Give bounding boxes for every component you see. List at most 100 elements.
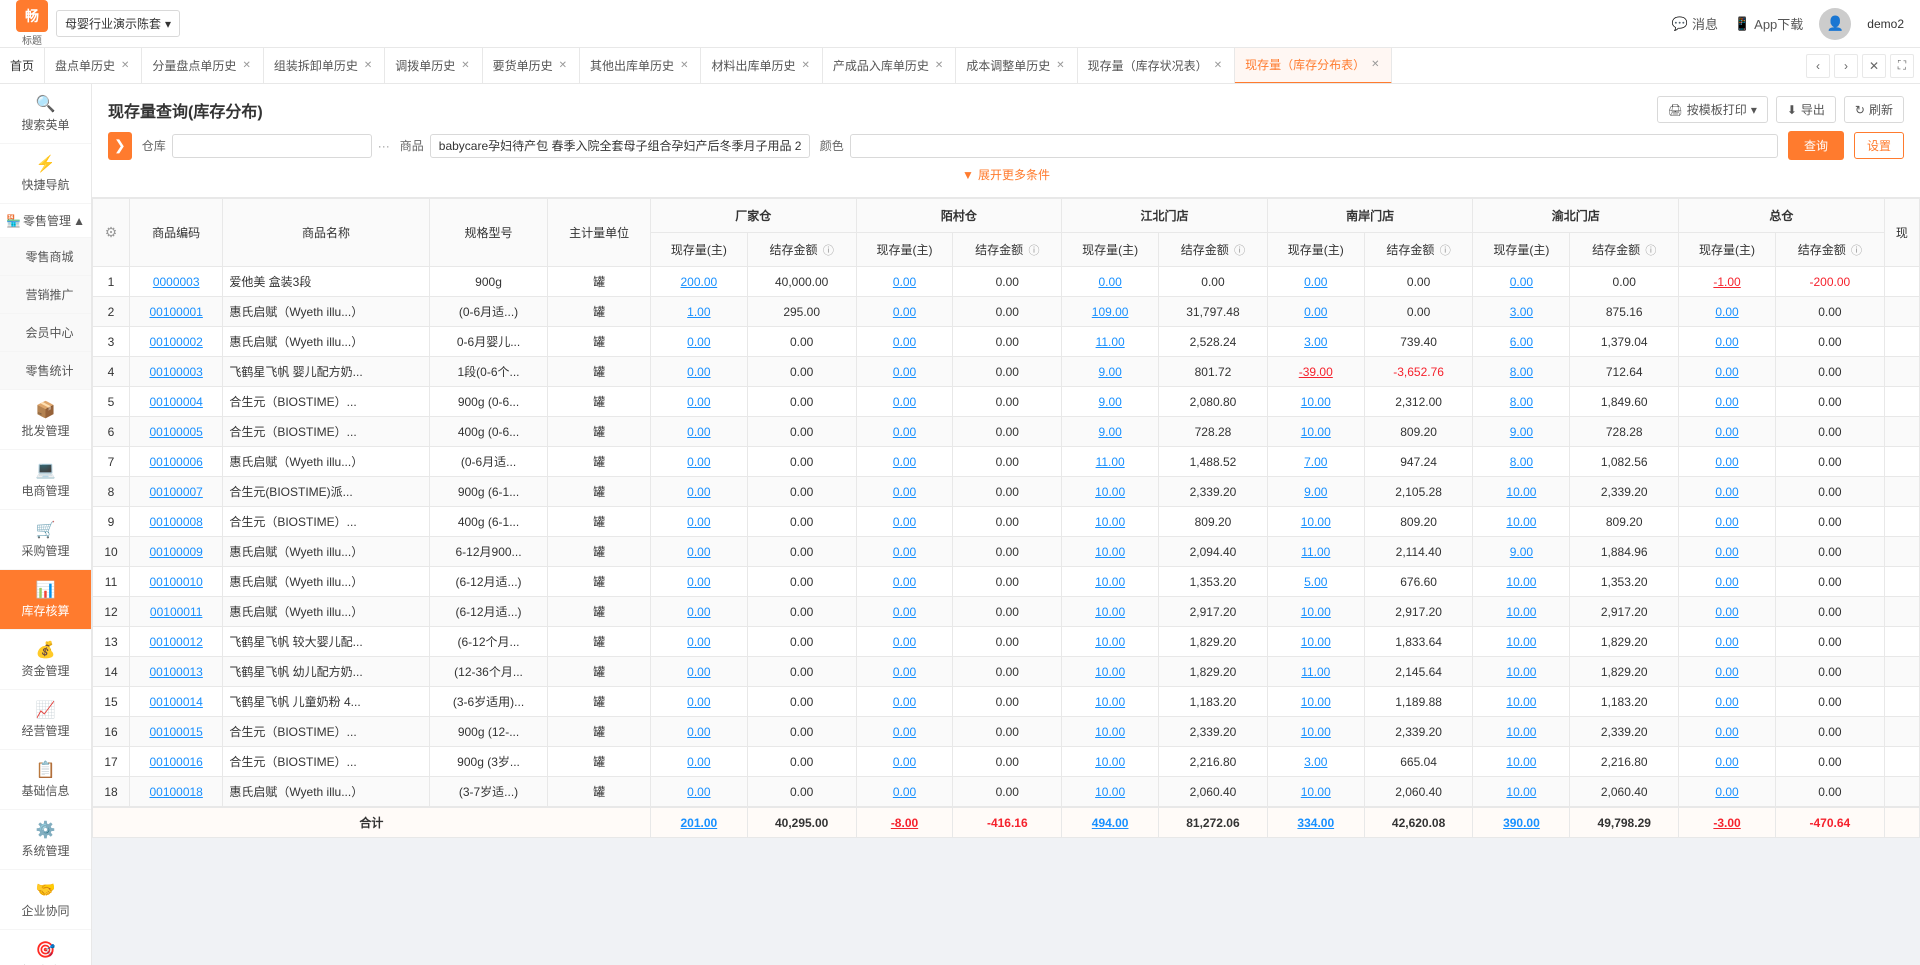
cell-nanan-qty[interactable]: 3.00 xyxy=(1267,327,1364,357)
sidebar-item-retail-shop[interactable]: 零售商城 xyxy=(0,238,91,276)
cell-yubei-qty[interactable]: 10.00 xyxy=(1473,687,1570,717)
cell-jiangbei-qty[interactable]: 109.00 xyxy=(1062,297,1159,327)
cell-yubei-qty[interactable]: 8.00 xyxy=(1473,357,1570,387)
cell-jiangbei-qty[interactable]: 9.00 xyxy=(1062,387,1159,417)
cell-factory-qty[interactable]: 1.00 xyxy=(650,297,747,327)
jiangbei-amt-info[interactable]: ⓘ xyxy=(1234,245,1245,257)
cell-total-qty[interactable]: 0.00 xyxy=(1679,687,1776,717)
nanan-amt-info[interactable]: ⓘ xyxy=(1440,245,1451,257)
cell-code[interactable]: 00100012 xyxy=(130,627,223,657)
message-btn[interactable]: 💬 消息 xyxy=(1672,14,1718,33)
cell-mucun-qty[interactable]: 0.00 xyxy=(856,657,953,687)
username[interactable]: demo2 xyxy=(1867,17,1904,31)
cell-factory-qty[interactable]: 0.00 xyxy=(650,597,747,627)
cell-code[interactable]: 00100007 xyxy=(130,477,223,507)
cell-total-qty[interactable]: 0.00 xyxy=(1679,447,1776,477)
cell-nanan-qty[interactable]: 9.00 xyxy=(1267,477,1364,507)
cell-total-qty[interactable]: 0.00 xyxy=(1679,657,1776,687)
cell-code[interactable]: 00100005 xyxy=(130,417,223,447)
cell-yubei-qty[interactable]: 10.00 xyxy=(1473,567,1570,597)
cell-nanan-qty[interactable]: 0.00 xyxy=(1267,297,1364,327)
total-amt-info[interactable]: ⓘ xyxy=(1851,245,1862,257)
cell-yubei-qty[interactable]: 9.00 xyxy=(1473,537,1570,567)
cell-total-qty[interactable]: -1.00 xyxy=(1679,267,1776,297)
export-btn[interactable]: ⬇ 导出 xyxy=(1776,96,1836,123)
cell-factory-qty[interactable]: 0.00 xyxy=(650,477,747,507)
cell-mucun-qty[interactable]: 0.00 xyxy=(856,387,953,417)
cell-total-qty[interactable]: 0.00 xyxy=(1679,627,1776,657)
sidebar-item-wholesale[interactable]: 📦 批发管理 xyxy=(0,390,91,450)
cell-total-qty[interactable]: 0.00 xyxy=(1679,747,1776,777)
summary-factory-qty[interactable]: 201.00 xyxy=(650,807,747,838)
cell-nanan-qty[interactable]: 10.00 xyxy=(1267,777,1364,808)
cell-jiangbei-qty[interactable]: 10.00 xyxy=(1062,567,1159,597)
sidebar-item-retail[interactable]: 🏪 零售管理 ▲ xyxy=(0,204,91,238)
warehouse-input[interactable] xyxy=(172,134,372,158)
th-settings[interactable]: ⚙ xyxy=(93,199,130,267)
cell-jiangbei-qty[interactable]: 11.00 xyxy=(1062,327,1159,357)
summary-mucun-qty[interactable]: -8.00 xyxy=(856,807,953,838)
sidebar-item-operations[interactable]: 📈 经营管理 xyxy=(0,690,91,750)
cell-total-qty[interactable]: 0.00 xyxy=(1679,507,1776,537)
summary-nanan-qty[interactable]: 334.00 xyxy=(1267,807,1364,838)
summary-jiangbei-qty[interactable]: 494.00 xyxy=(1062,807,1159,838)
cell-mucun-qty[interactable]: 0.00 xyxy=(856,627,953,657)
cell-nanan-qty[interactable]: 3.00 xyxy=(1267,747,1364,777)
cell-total-qty[interactable]: 0.00 xyxy=(1679,777,1776,808)
sidebar-item-inventory[interactable]: 📊 库存核算 xyxy=(0,570,91,630)
yubei-amt-info[interactable]: ⓘ xyxy=(1645,245,1656,257)
sidebar-item-enterprise[interactable]: 🤝 企业协同 xyxy=(0,870,91,930)
tab-stocksplit-close[interactable]: ✕ xyxy=(240,58,252,73)
cell-factory-qty[interactable]: 0.00 xyxy=(650,447,747,477)
cell-mucun-qty[interactable]: 0.00 xyxy=(856,687,953,717)
factory-amt-info[interactable]: ⓘ xyxy=(823,245,834,257)
tab-otherout-close[interactable]: ✕ xyxy=(678,58,690,73)
settings-btn[interactable]: 设置 xyxy=(1854,132,1904,159)
cell-mucun-qty[interactable]: 0.00 xyxy=(856,747,953,777)
cell-mucun-qty[interactable]: 0.00 xyxy=(856,477,953,507)
tabs-expand-btn[interactable]: ⛶ xyxy=(1890,54,1914,78)
cell-nanan-qty[interactable]: 0.00 xyxy=(1267,267,1364,297)
cell-nanan-qty[interactable]: 7.00 xyxy=(1267,447,1364,477)
cell-code[interactable]: 00100010 xyxy=(130,567,223,597)
tab-assemble-close[interactable]: ✕ xyxy=(362,58,374,73)
cell-jiangbei-qty[interactable]: 10.00 xyxy=(1062,597,1159,627)
cell-jiangbei-qty[interactable]: 0.00 xyxy=(1062,267,1159,297)
cell-factory-qty[interactable]: 0.00 xyxy=(650,507,747,537)
sidebar-item-basic[interactable]: 📋 基础信息 xyxy=(0,750,91,810)
tab-materialout[interactable]: 材料出库单历史 ✕ xyxy=(701,48,822,84)
tab-requisition-close[interactable]: ✕ xyxy=(557,58,569,73)
cell-total-qty[interactable]: 0.00 xyxy=(1679,417,1776,447)
summary-yubei-qty[interactable]: 390.00 xyxy=(1473,807,1570,838)
cell-mucun-qty[interactable]: 0.00 xyxy=(856,327,953,357)
refresh-btn[interactable]: ↻ 刷新 xyxy=(1844,96,1904,123)
cell-total-qty[interactable]: 0.00 xyxy=(1679,567,1776,597)
tab-materialout-close[interactable]: ✕ xyxy=(799,58,811,73)
cell-yubei-qty[interactable]: 8.00 xyxy=(1473,447,1570,477)
cell-code[interactable]: 00100008 xyxy=(130,507,223,537)
tab-stocklist[interactable]: 盘点单历史 ✕ xyxy=(45,48,142,84)
cell-factory-qty[interactable]: 0.00 xyxy=(650,657,747,687)
cell-jiangbei-qty[interactable]: 10.00 xyxy=(1062,687,1159,717)
tabs-next-btn[interactable]: › xyxy=(1834,54,1858,78)
cell-code[interactable]: 00100002 xyxy=(130,327,223,357)
table-wrapper[interactable]: ⚙ 商品编码 商品名称 规格型号 主计量单位 厂家仓 陌村仓 江北门店 南岸门店… xyxy=(92,198,1920,838)
tab-costadjust[interactable]: 成本调整单历史 ✕ xyxy=(956,48,1077,84)
cell-nanan-qty[interactable]: 10.00 xyxy=(1267,627,1364,657)
print-btn[interactable]: 🖨 按模板打印 ▾ xyxy=(1657,96,1768,123)
tab-stocksplit[interactable]: 分量盘点单历史 ✕ xyxy=(142,48,263,84)
cell-mucun-qty[interactable]: 0.00 xyxy=(856,597,953,627)
cell-yubei-qty[interactable]: 3.00 xyxy=(1473,297,1570,327)
sidebar-item-marketing[interactable]: 营销推广 xyxy=(0,276,91,314)
cell-mucun-qty[interactable]: 0.00 xyxy=(856,357,953,387)
cell-code[interactable]: 00100006 xyxy=(130,447,223,477)
cell-code[interactable]: 00100015 xyxy=(130,717,223,747)
tab-inventory-status[interactable]: 现存量（库存状况表） ✕ xyxy=(1078,48,1235,84)
logo-area[interactable]: 畅 标题 xyxy=(16,0,48,47)
sidebar-item-retail-stats[interactable]: 零售统计 xyxy=(0,352,91,390)
cell-jiangbei-qty[interactable]: 10.00 xyxy=(1062,657,1159,687)
cell-factory-qty[interactable]: 0.00 xyxy=(650,777,747,808)
tabs-close-all-btn[interactable]: ✕ xyxy=(1862,54,1886,78)
search-btn[interactable]: 查询 xyxy=(1788,131,1844,160)
cell-jiangbei-qty[interactable]: 10.00 xyxy=(1062,627,1159,657)
